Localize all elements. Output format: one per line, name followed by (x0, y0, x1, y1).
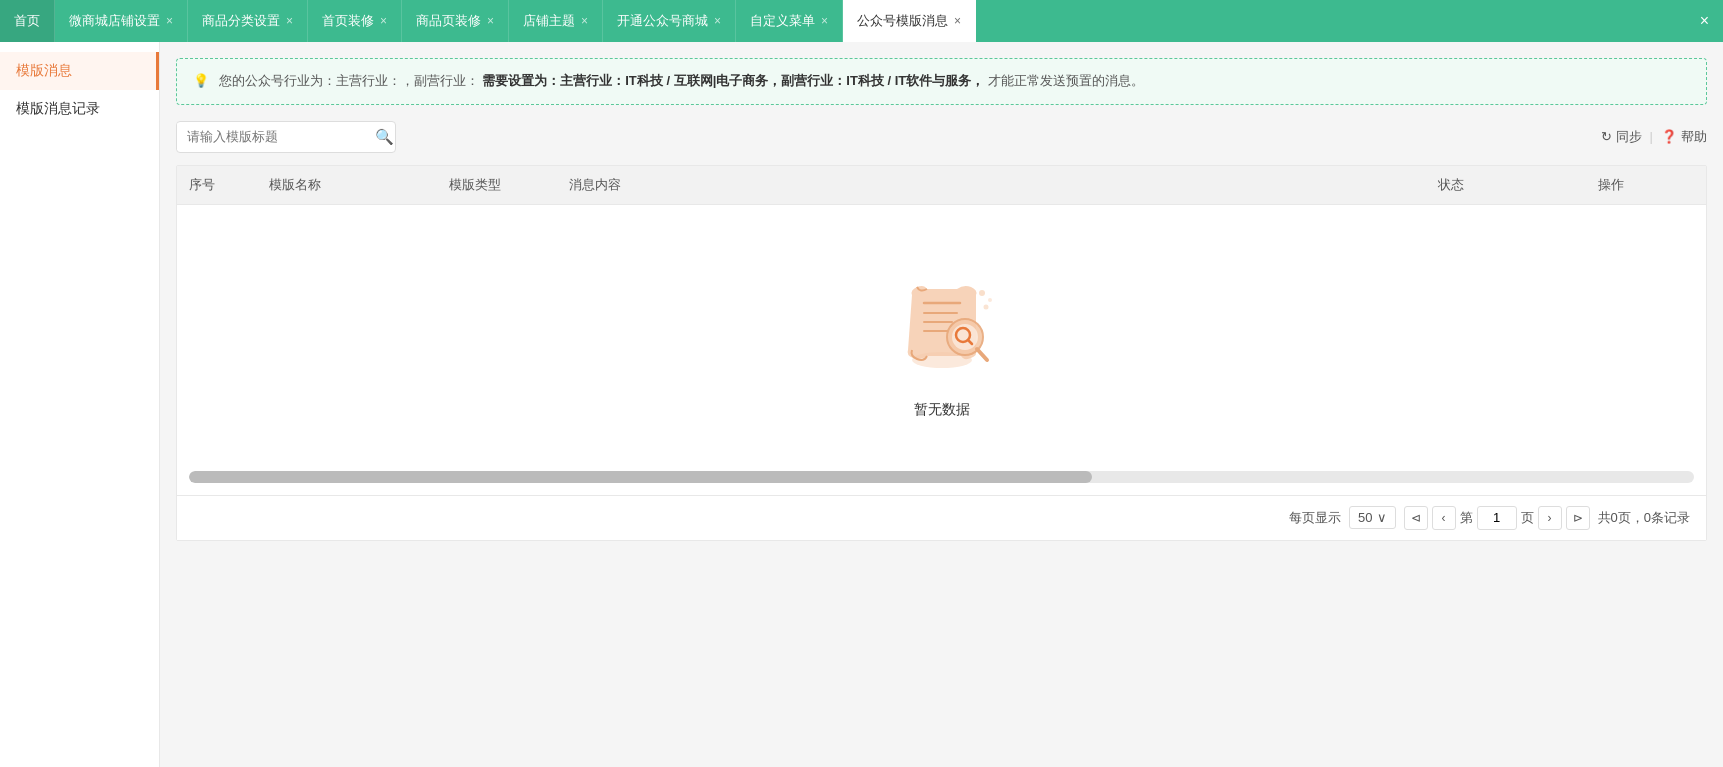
empty-text: 暂无数据 (914, 401, 970, 419)
page-unit: 页 (1521, 509, 1534, 527)
sidebar-item-template-log[interactable]: 模版消息记录 (0, 90, 159, 128)
per-page-label: 每页显示 (1289, 509, 1341, 527)
tab-bar: 首页 微商城店铺设置 × 商品分类设置 × 首页装修 × 商品页装修 × 店铺主… (0, 0, 1723, 42)
data-table: 序号 模版名称 模版类型 消息内容 状态 操作 (176, 165, 1707, 541)
page-size-select[interactable]: 50 ∨ (1349, 506, 1395, 529)
tab-micro-shop-label: 微商城店铺设置 (69, 12, 160, 30)
tab-open-mall-close[interactable]: × (714, 14, 721, 28)
search-input-wrap: 🔍 (176, 121, 396, 153)
info-prefix: 您的公众号行业为：主营行业：，副营行业： (219, 73, 479, 88)
tab-product-category-close[interactable]: × (286, 14, 293, 28)
sync-icon: ↻ (1601, 129, 1612, 144)
sidebar-item-template-msg[interactable]: 模版消息 (0, 52, 159, 90)
table-header: 序号 模版名称 模版类型 消息内容 状态 操作 (177, 166, 1706, 205)
info-banner: 💡 您的公众号行业为：主营行业：，副营行业： 需要设置为：主营行业：IT科技 /… (176, 58, 1707, 105)
sidebar: 模版消息 模版消息记录 (0, 42, 160, 767)
page-prev-button[interactable]: ‹ (1432, 506, 1456, 530)
tab-product-page-label: 商品页装修 (416, 12, 481, 30)
tab-open-mall[interactable]: 开通公众号商城 × (603, 0, 736, 42)
page-label: 第 (1460, 509, 1473, 527)
info-suffix: 才能正常发送预置的消息。 (988, 73, 1144, 88)
svg-point-12 (983, 304, 988, 309)
info-highlight: 需要设置为：主营行业：IT科技 / 互联网|电子商务，副营行业：IT科技 / I… (482, 73, 984, 88)
svg-point-10 (979, 290, 985, 296)
help-button[interactable]: ❓ 帮助 (1661, 128, 1707, 146)
tab-bar-close-all[interactable]: × (1686, 12, 1723, 30)
tab-home[interactable]: 首页 (0, 0, 55, 42)
page-size-value: 50 (1358, 510, 1372, 525)
chevron-down-icon: ∨ (1377, 510, 1387, 525)
th-index: 序号 (177, 166, 257, 204)
pagination: 每页显示 50 ∨ ⊲ ‹ 第 页 › ⊳ 共0页，0条记录 (177, 495, 1706, 540)
tab-home-decor[interactable]: 首页装修 × (308, 0, 402, 42)
empty-illustration (882, 265, 1002, 385)
tab-home-decor-close[interactable]: × (380, 14, 387, 28)
page-next-button[interactable]: › (1538, 506, 1562, 530)
content-area: 💡 您的公众号行业为：主营行业：，副营行业： 需要设置为：主营行业：IT科技 /… (160, 42, 1723, 767)
help-icon: ❓ (1661, 129, 1677, 144)
bulb-icon: 💡 (193, 73, 209, 88)
tab-template-msg-label: 公众号模版消息 (857, 12, 948, 30)
tab-home-label: 首页 (14, 12, 40, 30)
scrollbar-thumb (189, 471, 1092, 483)
page-number-input[interactable] (1477, 506, 1517, 530)
th-name: 模版名称 (257, 166, 437, 204)
tab-product-category[interactable]: 商品分类设置 × (188, 0, 308, 42)
th-type: 模版类型 (437, 166, 557, 204)
tab-shop-theme-label: 店铺主题 (523, 12, 575, 30)
tab-micro-shop-close[interactable]: × (166, 14, 173, 28)
horizontal-scrollbar[interactable] (189, 471, 1694, 483)
toolbar-right: ↻ 同步 | ❓ 帮助 (1601, 128, 1707, 146)
tab-micro-shop[interactable]: 微商城店铺设置 × (55, 0, 188, 42)
horizontal-scrollbar-wrap (177, 459, 1706, 495)
svg-line-7 (977, 349, 987, 360)
sync-label: 同步 (1616, 128, 1642, 146)
main-layout: 模版消息 模版消息记录 💡 您的公众号行业为：主营行业：，副营行业： 需要设置为… (0, 42, 1723, 767)
help-label: 帮助 (1681, 128, 1707, 146)
search-button[interactable]: 🔍 (365, 122, 396, 152)
tab-custom-menu-label: 自定义菜单 (750, 12, 815, 30)
tab-shop-theme-close[interactable]: × (581, 14, 588, 28)
tab-product-page-close[interactable]: × (487, 14, 494, 28)
total-info: 共0页，0条记录 (1598, 509, 1690, 527)
empty-state: 暂无数据 (177, 205, 1706, 459)
page-last-button[interactable]: ⊳ (1566, 506, 1590, 530)
th-action: 操作 (1586, 166, 1706, 204)
tab-template-msg-close[interactable]: × (954, 14, 961, 28)
tab-product-page[interactable]: 商品页装修 × (402, 0, 509, 42)
toolbar-divider: | (1650, 129, 1653, 144)
th-content: 消息内容 (557, 166, 1426, 204)
page-nav: ⊲ ‹ 第 页 › ⊳ (1404, 506, 1590, 530)
search-bar: 🔍 ↻ 同步 | ❓ 帮助 (176, 121, 1707, 153)
tab-product-category-label: 商品分类设置 (202, 12, 280, 30)
search-input[interactable] (177, 123, 365, 150)
tab-template-msg[interactable]: 公众号模版消息 × (843, 0, 976, 42)
sync-button[interactable]: ↻ 同步 (1601, 128, 1642, 146)
tab-open-mall-label: 开通公众号商城 (617, 12, 708, 30)
page-first-button[interactable]: ⊲ (1404, 506, 1428, 530)
svg-point-11 (988, 298, 992, 302)
tab-custom-menu-close[interactable]: × (821, 14, 828, 28)
tab-custom-menu[interactable]: 自定义菜单 × (736, 0, 843, 42)
th-status: 状态 (1426, 166, 1586, 204)
tab-shop-theme[interactable]: 店铺主题 × (509, 0, 603, 42)
tab-home-decor-label: 首页装修 (322, 12, 374, 30)
